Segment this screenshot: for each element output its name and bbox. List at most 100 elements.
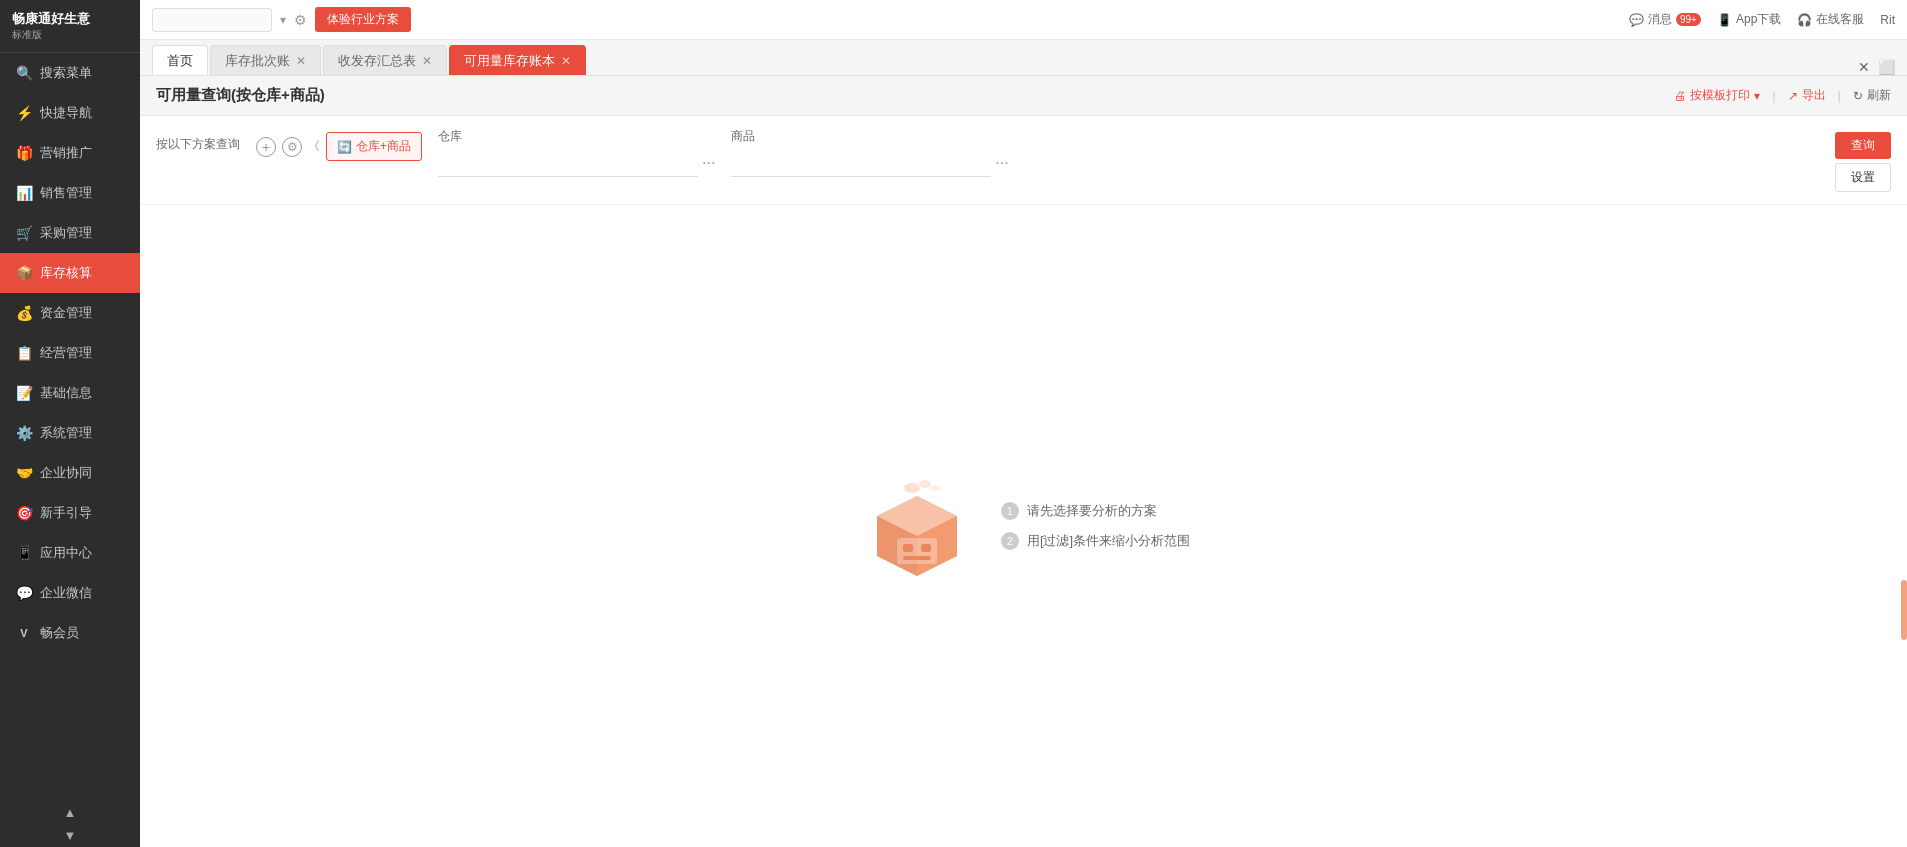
scheme-item-warehouse-goods[interactable]: 🔄 仓库+商品 bbox=[326, 132, 422, 161]
sidebar-label-purchase: 采购管理 bbox=[40, 224, 92, 242]
export-button[interactable]: ↗ 导出 bbox=[1788, 87, 1826, 104]
empty-svg-icon bbox=[857, 466, 977, 586]
enterprise-icon: 🤝 bbox=[16, 465, 32, 481]
message-badge: 99+ bbox=[1676, 13, 1701, 26]
warehouse-label: 仓库 bbox=[438, 128, 715, 145]
tip-num-1: 1 bbox=[1001, 502, 1019, 520]
sidebar-item-member[interactable]: V 畅会员 bbox=[0, 613, 140, 653]
content-area: 可用量查询(按仓库+商品) 🖨 按模板打印 ▾ | ↗ 导出 | ↻ 刷新 bbox=[140, 76, 1907, 847]
tab-maximize-button[interactable]: ⬜ bbox=[1878, 59, 1895, 75]
tab-home-label: 首页 bbox=[167, 52, 193, 70]
settings-icon[interactable]: ⚙ bbox=[294, 12, 307, 28]
sidebar-item-wechat[interactable]: 💬 企业微信 bbox=[0, 573, 140, 613]
page-title: 可用量查询(按仓库+商品) bbox=[156, 86, 325, 105]
wechat-icon: 💬 bbox=[16, 585, 32, 601]
tab-available-close-icon[interactable]: ✕ bbox=[561, 54, 571, 68]
tab-summary[interactable]: 收发存汇总表 ✕ bbox=[323, 45, 447, 75]
sidebar-item-basic[interactable]: 📝 基础信息 bbox=[0, 373, 140, 413]
tab-summary-label: 收发存汇总表 bbox=[338, 52, 416, 70]
tab-bar: 首页 库存批次账 ✕ 收发存汇总表 ✕ 可用量库存账本 ✕ ✕ ⬜ bbox=[140, 40, 1907, 76]
scheme-add-button[interactable]: + bbox=[256, 137, 276, 157]
goods-input-group: ··· bbox=[731, 149, 1008, 177]
scheme-settings-button[interactable]: ⚙ bbox=[282, 137, 302, 157]
warehouse-input-group: ··· bbox=[438, 149, 715, 177]
sidebar-label-newbie: 新手引导 bbox=[40, 504, 92, 522]
tab-close-window-button[interactable]: ✕ bbox=[1858, 59, 1870, 75]
sidebar-item-search[interactable]: 🔍 搜索菜单 bbox=[0, 53, 140, 93]
print-icon: 🖨 bbox=[1674, 89, 1686, 103]
filter-fields: 仓库 ··· 商品 ··· bbox=[438, 128, 1819, 177]
goods-input[interactable] bbox=[731, 149, 991, 177]
message-button[interactable]: 💬 消息 99+ bbox=[1629, 11, 1701, 28]
empty-tip-1: 1 请先选择要分析的方案 bbox=[1001, 502, 1190, 520]
goods-more-icon[interactable]: ··· bbox=[995, 154, 1008, 172]
tab-batch-close-icon[interactable]: ✕ bbox=[296, 54, 306, 68]
sales-icon: 📊 bbox=[16, 185, 32, 201]
query-button[interactable]: 查询 bbox=[1835, 132, 1891, 159]
sidebar-label-search: 搜索菜单 bbox=[40, 64, 92, 82]
logo-title: 畅康通好生意 bbox=[12, 10, 128, 28]
sidebar-label-apps: 应用中心 bbox=[40, 544, 92, 562]
warehouse-more-icon[interactable]: ··· bbox=[702, 154, 715, 172]
tab-home[interactable]: 首页 bbox=[152, 45, 208, 75]
finance-icon: 💰 bbox=[16, 305, 32, 321]
divider2: | bbox=[1838, 88, 1841, 103]
filter-label: 按以下方案查询 bbox=[156, 136, 240, 153]
divider1: | bbox=[1772, 88, 1775, 103]
refresh-button[interactable]: ↻ 刷新 bbox=[1853, 87, 1891, 104]
topbar-right: 💬 消息 99+ 📱 App下载 🎧 在线客服 Rit bbox=[1629, 11, 1895, 28]
tip-text-2: 用[过滤]条件来缩小分析范围 bbox=[1027, 532, 1190, 550]
filter-settings-button[interactable]: 设置 bbox=[1835, 163, 1891, 192]
tabs-right-controls: ✕ ⬜ bbox=[1858, 59, 1895, 75]
sidebar-item-sales[interactable]: 📊 销售管理 bbox=[0, 173, 140, 213]
print-template-button[interactable]: 🖨 按模板打印 ▾ bbox=[1674, 87, 1760, 104]
apps-icon: 📱 bbox=[16, 545, 32, 561]
sidebar-item-finance[interactable]: 💰 资金管理 bbox=[0, 293, 140, 333]
filter-row: 按以下方案查询 + ⚙ 《 🔄 仓库+商品 仓库 ··· bbox=[156, 128, 1891, 192]
sidebar-item-purchase[interactable]: 🛒 采购管理 bbox=[0, 213, 140, 253]
marketing-icon: 🎁 bbox=[16, 145, 32, 161]
trial-button[interactable]: 体验行业方案 bbox=[315, 7, 411, 32]
tab-available[interactable]: 可用量库存账本 ✕ bbox=[449, 45, 586, 75]
svg-rect-7 bbox=[903, 556, 931, 560]
print-label: 按模板打印 bbox=[1690, 87, 1750, 104]
app-download-label: App下载 bbox=[1736, 11, 1781, 28]
refresh-label: 刷新 bbox=[1867, 87, 1891, 104]
sidebar-item-inventory[interactable]: 📦 库存核算 bbox=[0, 253, 140, 293]
print-chevron-icon: ▾ bbox=[1754, 89, 1760, 103]
sidebar-label-inventory: 库存核算 bbox=[40, 264, 92, 282]
topbar: ▾ ⚙ 体验行业方案 💬 消息 99+ 📱 App下载 🎧 在线客服 Rit bbox=[140, 0, 1907, 40]
sidebar-label-basic: 基础信息 bbox=[40, 384, 92, 402]
online-service-button[interactable]: 🎧 在线客服 bbox=[1797, 11, 1864, 28]
sidebar-item-operation[interactable]: 📋 经营管理 bbox=[0, 333, 140, 373]
dropdown-chevron-icon[interactable]: ▾ bbox=[280, 13, 286, 27]
refresh-icon: ↻ bbox=[1853, 89, 1863, 103]
svg-point-8 bbox=[904, 483, 920, 493]
sidebar-item-enterprise[interactable]: 🤝 企业协同 bbox=[0, 453, 140, 493]
app-download-button[interactable]: 📱 App下载 bbox=[1717, 11, 1781, 28]
sidebar-item-system[interactable]: ⚙️ 系统管理 bbox=[0, 413, 140, 453]
warehouse-input[interactable] bbox=[438, 149, 698, 177]
shortcut-icon: ⚡ bbox=[16, 105, 32, 121]
search-input[interactable] bbox=[152, 8, 272, 32]
message-label: 消息 bbox=[1648, 11, 1672, 28]
sidebar-item-newbie[interactable]: 🎯 新手引导 bbox=[0, 493, 140, 533]
tab-summary-close-icon[interactable]: ✕ bbox=[422, 54, 432, 68]
right-scrollbar[interactable] bbox=[1901, 580, 1907, 640]
tab-available-label: 可用量库存账本 bbox=[464, 52, 555, 70]
scheme-item-icon: 🔄 bbox=[337, 140, 352, 154]
scheme-item-label: 仓库+商品 bbox=[356, 138, 411, 155]
sidebar-item-apps[interactable]: 📱 应用中心 bbox=[0, 533, 140, 573]
export-icon: ↗ bbox=[1788, 89, 1798, 103]
user-profile[interactable]: Rit bbox=[1880, 13, 1895, 27]
sidebar-item-shortcut[interactable]: ⚡ 快捷导航 bbox=[0, 93, 140, 133]
tab-batch[interactable]: 库存批次账 ✕ bbox=[210, 45, 321, 75]
svg-point-10 bbox=[930, 485, 940, 491]
sidebar-label-sales: 销售管理 bbox=[40, 184, 92, 202]
sidebar-item-marketing[interactable]: 🎁 营销推广 bbox=[0, 133, 140, 173]
logo-sub: 标准版 bbox=[12, 28, 128, 42]
sidebar-scroll-up[interactable]: ▲ bbox=[0, 801, 140, 824]
sidebar-scroll-down[interactable]: ▼ bbox=[0, 824, 140, 847]
scheme-collapse-icon[interactable]: 《 bbox=[308, 138, 320, 155]
user-name: Rit bbox=[1880, 13, 1895, 27]
